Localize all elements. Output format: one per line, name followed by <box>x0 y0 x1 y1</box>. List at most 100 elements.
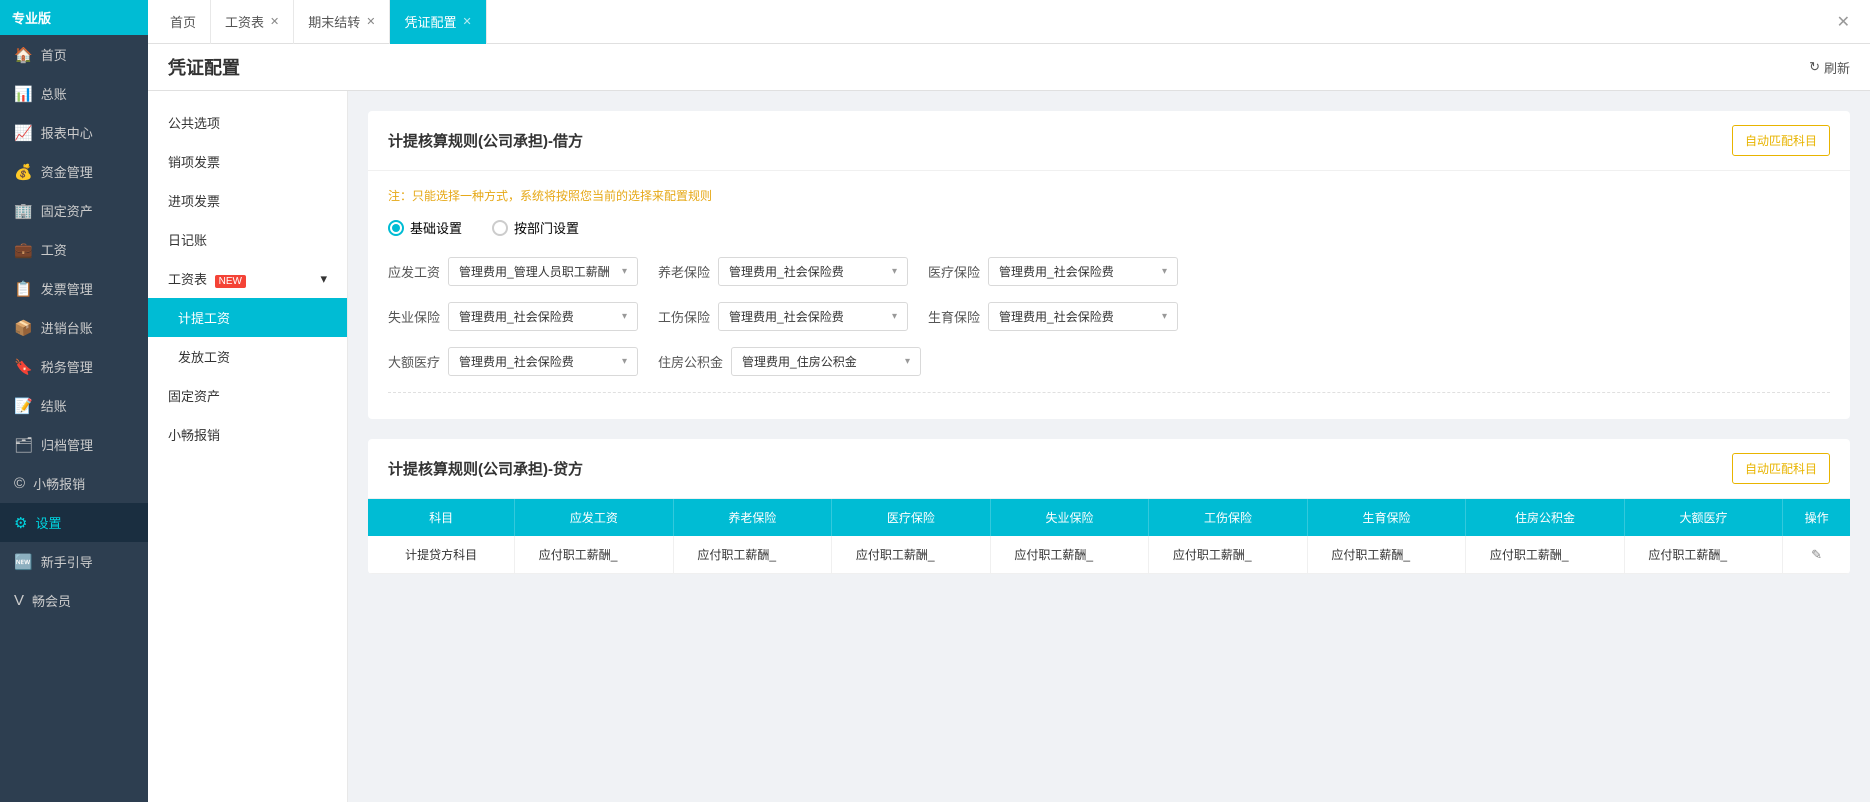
edit-icon[interactable]: ✎ <box>1811 547 1822 562</box>
chevron-down-icon: ▾ <box>892 266 897 277</box>
debit-auto-match-button[interactable]: 自动匹配科目 <box>1732 125 1830 156</box>
tab-home[interactable]: 首页 <box>156 0 211 44</box>
sidebar-item-label: 固定资产 <box>41 201 93 220</box>
housing-fund-select[interactable]: 管理费用_住房公积金 ▾ <box>731 347 921 376</box>
close-period-close-icon[interactable]: ✕ <box>366 15 375 28</box>
left-nav-public[interactable]: 公共选项 <box>148 103 347 142</box>
row-subject: 计提贷方科目 <box>368 536 515 574</box>
large-medical-select-value: 管理费用_社会保险费 <box>459 353 574 370</box>
left-nav-journal[interactable]: 日记账 <box>148 220 347 259</box>
left-nav-fixed-assets[interactable]: 固定资产 <box>148 376 347 415</box>
credit-table-body: 计提贷方科目 应付职工薪酬_ 应付职工薪酬_ 应付职工薪酬_ <box>368 536 1850 574</box>
row-large-medical-val: 应付职工薪酬_ <box>1624 536 1783 574</box>
credit-table-header: 科目 应发工资 养老保险 医疗保险 失业保险 工伤保险 生育保险 住房公积金 大… <box>368 499 1850 536</box>
col-pension: 养老保险 <box>673 499 832 536</box>
debit-section-title: 计提核算规则(公司承担)-借方 <box>388 130 583 151</box>
guide-icon: 🆕 <box>14 553 33 571</box>
salary-table-tab-label: 工资表 <box>225 12 264 31</box>
debit-form-row-2: 失业保险 管理费用_社会保险费 ▾ 工伤保险 管理费用_社会保险费 ▾ <box>388 302 1830 331</box>
medical-select-value: 管理费用_社会保险费 <box>999 263 1114 280</box>
field-unemployment: 失业保险 管理费用_社会保险费 ▾ <box>388 302 638 331</box>
sidebar-item-assets[interactable]: 🏢 固定资产 <box>0 191 148 230</box>
workinjury-select-value: 管理费用_社会保险费 <box>729 308 844 325</box>
tab-voucher-config[interactable]: 凭证配置 ✕ <box>390 0 486 44</box>
salary-select-value: 管理费用_管理人员职工薪酬 <box>459 263 610 280</box>
col-action: 操作 <box>1783 499 1850 536</box>
credit-auto-match-button[interactable]: 自动匹配科目 <box>1732 453 1830 484</box>
close-salary-table-icon[interactable]: ✕ <box>270 15 279 28</box>
sidebar: 专业版 🏠 首页 📊 总账 📈 报表中心 💰 资金管理 🏢 固定资产 💼 工资 … <box>0 0 148 802</box>
sidebar-item-home[interactable]: 🏠 首页 <box>0 35 148 74</box>
main-area: 首页 工资表 ✕ 期末结转 ✕ 凭证配置 ✕ ✕ 凭证配置 ↻ 刷新 公共选项 <box>148 0 1870 802</box>
sidebar-item-archive[interactable]: 🗂 归档管理 <box>0 425 148 464</box>
left-nav-salary-table[interactable]: 工资表 NEW ▾ <box>148 259 347 298</box>
radio-basic[interactable]: 基础设置 <box>388 218 462 237</box>
left-nav-xiaochang-expense[interactable]: 小畅报销 <box>148 415 347 454</box>
pension-select-value: 管理费用_社会保险费 <box>729 263 844 280</box>
chevron-down-icon: ▾ <box>622 356 627 367</box>
left-nav: 公共选项 销项发票 进项发票 日记账 工资表 NEW ▾ 计提工资 <box>148 91 348 802</box>
credit-section-title: 计提核算规则(公司承担)-贷方 <box>388 458 583 479</box>
row-salary-val: 应付职工薪酬_ <box>515 536 674 574</box>
field-housing-fund: 住房公积金 管理费用_住房公积金 ▾ <box>658 347 921 376</box>
ledger-icon: 📊 <box>14 85 33 103</box>
field-pension: 养老保险 管理费用_社会保险费 ▾ <box>658 257 908 286</box>
radio-department[interactable]: 按部门设置 <box>492 218 579 237</box>
sidebar-item-xiaochang[interactable]: © 小畅报销 <box>0 464 148 503</box>
window-close-button[interactable]: ✕ <box>1825 12 1862 32</box>
close-voucher-config-icon[interactable]: ✕ <box>463 15 472 28</box>
sidebar-item-salary[interactable]: 💼 工资 <box>0 230 148 269</box>
sidebar-item-label: 资金管理 <box>41 162 93 181</box>
left-nav-pay-salary[interactable]: 发放工资 <box>148 337 347 376</box>
workinjury-select[interactable]: 管理费用_社会保险费 ▾ <box>718 302 908 331</box>
period-close-tab-label: 期末结转 <box>308 12 360 31</box>
sidebar-item-reports[interactable]: 📈 报表中心 <box>0 113 148 152</box>
col-salary: 应发工资 <box>515 499 674 536</box>
left-nav-calc-salary[interactable]: 计提工资 <box>148 298 347 337</box>
row-pension-val: 应付职工薪酬_ <box>673 536 832 574</box>
row-action[interactable]: ✎ <box>1783 536 1850 574</box>
radio-department-label: 按部门设置 <box>514 218 579 237</box>
divider <box>388 392 1830 393</box>
sidebar-item-purchase[interactable]: 📦 进销台账 <box>0 308 148 347</box>
pension-select[interactable]: 管理费用_社会保险费 ▾ <box>718 257 908 286</box>
sidebar-item-tax[interactable]: 🔖 税务管理 <box>0 347 148 386</box>
medical-label: 医疗保险 <box>928 262 980 281</box>
tab-period-close[interactable]: 期末结转 ✕ <box>294 0 390 44</box>
row-housing-val: 应付职工薪酬_ <box>1466 536 1625 574</box>
workinjury-label: 工伤保险 <box>658 307 710 326</box>
sidebar-item-guide[interactable]: 🆕 新手引导 <box>0 542 148 581</box>
field-large-medical: 大额医疗 管理费用_社会保险费 ▾ <box>388 347 638 376</box>
salary-select[interactable]: 管理费用_管理人员职工薪酬 ▾ <box>448 257 638 286</box>
sidebar-item-funds[interactable]: 💰 资金管理 <box>0 152 148 191</box>
sidebar-item-settings[interactable]: ⚙ 设置 <box>0 503 148 542</box>
unemployment-select[interactable]: 管理费用_社会保险费 ▾ <box>448 302 638 331</box>
left-nav-sales-invoice[interactable]: 销项发票 <box>148 142 347 181</box>
page-header: 凭证配置 ↻ 刷新 <box>148 44 1870 91</box>
table-row: 计提贷方科目 应付职工薪酬_ 应付职工薪酬_ 应付职工薪酬_ <box>368 536 1850 574</box>
sidebar-item-ledger[interactable]: 📊 总账 <box>0 74 148 113</box>
sidebar-item-label: 报表中心 <box>41 123 93 142</box>
large-medical-select[interactable]: 管理费用_社会保险费 ▾ <box>448 347 638 376</box>
radio-basic-circle <box>388 220 404 236</box>
debit-form-row-1: 应发工资 管理费用_管理人员职工薪酬 ▾ 养老保险 管理费用_社会保险费 ▾ <box>388 257 1830 286</box>
sidebar-item-label: 进销台账 <box>41 318 93 337</box>
sidebar-item-label: 畅会员 <box>32 591 71 610</box>
sidebar-item-label: 总账 <box>41 84 67 103</box>
tab-salary-table[interactable]: 工资表 ✕ <box>211 0 294 44</box>
sidebar-header: 专业版 <box>0 0 148 35</box>
refresh-button[interactable]: ↻ 刷新 <box>1809 58 1850 77</box>
refresh-icon: ↻ <box>1809 59 1820 75</box>
voucher-config-tab-label: 凭证配置 <box>404 12 456 31</box>
salary-label: 应发工资 <box>388 262 440 281</box>
reports-icon: 📈 <box>14 124 33 142</box>
sidebar-item-settlement[interactable]: 📝 结账 <box>0 386 148 425</box>
sidebar-item-vip[interactable]: V 畅会员 <box>0 581 148 620</box>
sidebar-item-invoice[interactable]: 📋 发票管理 <box>0 269 148 308</box>
xiaochang-icon: © <box>14 475 25 492</box>
maternity-select[interactable]: 管理费用_社会保险费 ▾ <box>988 302 1178 331</box>
left-nav-purchase-invoice[interactable]: 进项发票 <box>148 181 347 220</box>
col-unemployment: 失业保险 <box>990 499 1149 536</box>
purchase-icon: 📦 <box>14 319 33 337</box>
medical-select[interactable]: 管理费用_社会保险费 ▾ <box>988 257 1178 286</box>
